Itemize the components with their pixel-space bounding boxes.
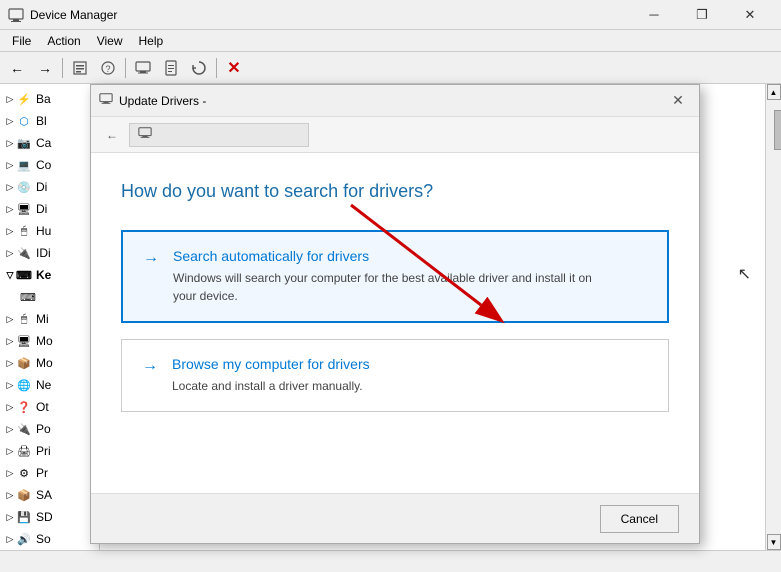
toolbar-monitor[interactable] <box>130 55 156 81</box>
tree-item-motion[interactable]: ▷ 📦 Mo <box>0 352 99 374</box>
tree-item-computer[interactable]: ▷ 💻 Co <box>0 154 99 176</box>
expand-icon: ▷ <box>4 379 16 391</box>
expand-icon: ▷ <box>4 93 16 105</box>
toolbar: ← → ? <box>0 52 781 84</box>
search-automatically-option[interactable]: → Search automatically for drivers Windo… <box>121 230 669 323</box>
window-controls: ─ ❐ ✕ <box>631 0 773 30</box>
option2-arrow: → <box>142 357 158 375</box>
tree-item-network[interactable]: ▷ 🌐 Ne <box>0 374 99 396</box>
menu-bar: File Action View Help <box>0 30 781 52</box>
expand-icon: ▷ <box>4 159 16 171</box>
tree-item-keyboard-sub[interactable]: ⌨ <box>0 286 99 308</box>
scroll-down-button[interactable]: ▼ <box>767 534 781 550</box>
expand-icon: ▷ <box>4 357 16 369</box>
breadcrumb-back-button[interactable]: ← <box>101 124 123 146</box>
dialog-title: Update Drivers - <box>119 94 665 108</box>
expand-icon: ▷ <box>4 445 16 457</box>
device-tree: ▷ ⚡ Ba ▷ ⬡ Bl ▷ 📷 Ca ▷ 💻 Co ▷ 💿 Di ▷ 🖥 D… <box>0 84 100 550</box>
status-bar <box>0 550 781 572</box>
expand-icon: ▷ <box>4 511 16 523</box>
update-drivers-dialog: Update Drivers - ✕ ← How do you want to … <box>90 84 700 544</box>
toolbar-sep-2 <box>125 58 126 78</box>
expand-icon: ▷ <box>4 115 16 127</box>
menu-view[interactable]: View <box>89 32 131 50</box>
toolbar-help[interactable]: ? <box>95 55 121 81</box>
toolbar-sep-1 <box>62 58 63 78</box>
dialog-content: How do you want to search for drivers? →… <box>91 153 699 448</box>
expand-icon: ▷ <box>4 533 16 545</box>
dialog-question: How do you want to search for drivers? <box>121 181 669 202</box>
option1-content: Search automatically for drivers Windows… <box>173 248 592 305</box>
expand-icon: ▷ <box>4 203 16 215</box>
expand-icon: ▷ <box>4 423 16 435</box>
option2-title: Browse my computer for drivers <box>172 356 370 372</box>
tree-item-other[interactable]: ▷ ❓ Ot <box>0 396 99 418</box>
option1-arrow: → <box>143 249 159 267</box>
dialog-close-button[interactable]: ✕ <box>665 88 691 114</box>
dialog-breadcrumb-bar: ← <box>91 117 699 153</box>
tree-item-processors[interactable]: ▷ ⚙ Pr <box>0 462 99 484</box>
tree-item-ports[interactable]: ▷ 🔌 Po <box>0 418 99 440</box>
toolbar-back[interactable]: ← <box>4 55 30 81</box>
expand-icon: ▷ <box>4 247 16 259</box>
option1-title: Search automatically for drivers <box>173 248 592 264</box>
tree-item-print[interactable]: ▷ 🖨 Pri <box>0 440 99 462</box>
scroll-thumb[interactable] <box>774 110 781 150</box>
minimize-button[interactable]: ─ <box>631 0 677 30</box>
menu-action[interactable]: Action <box>39 32 88 50</box>
menu-help[interactable]: Help <box>131 32 172 50</box>
expand-icon: ▷ <box>4 181 16 193</box>
tree-item-batteries[interactable]: ▷ ⚡ Ba <box>0 88 99 110</box>
dialog-monitor-icon <box>99 92 113 109</box>
breadcrumb-monitor-icon <box>138 126 152 143</box>
toolbar-forward[interactable]: → <box>32 55 58 81</box>
scroll-up-button[interactable]: ▲ <box>767 84 781 100</box>
option1-description: Windows will search your computer for th… <box>173 269 592 305</box>
expand-icon: ▷ <box>4 401 16 413</box>
option2-content: Browse my computer for drivers Locate an… <box>172 356 370 395</box>
title-bar: Device Manager ─ ❐ ✕ <box>0 0 781 30</box>
scrollbar-vertical[interactable]: ▲ ▼ <box>765 84 781 550</box>
tree-item-bluetooth[interactable]: ▷ ⬡ Bl <box>0 110 99 132</box>
browse-computer-option[interactable]: → Browse my computer for drivers Locate … <box>121 339 669 412</box>
tree-item-monitors[interactable]: ▷ 🖥 Mo <box>0 330 99 352</box>
dialog-title-bar: Update Drivers - ✕ <box>91 85 699 117</box>
expand-icon: ▷ <box>4 489 16 501</box>
expand-icon: ▽ <box>4 269 16 281</box>
tree-item-hid[interactable]: ▷ 🖱 Hu <box>0 220 99 242</box>
tree-item-cameras[interactable]: ▷ 📷 Ca <box>0 132 99 154</box>
tree-item-disk1[interactable]: ▷ 💿 Di <box>0 176 99 198</box>
tree-item-ide[interactable]: ▷ 🔌 IDi <box>0 242 99 264</box>
dialog-footer: Cancel <box>91 493 699 543</box>
tree-item-keyboard[interactable]: ▽ ⌨ Ke <box>0 264 99 286</box>
tree-item-mice[interactable]: ▷ 🖱 Mi <box>0 308 99 330</box>
svg-text:?: ? <box>105 64 110 74</box>
menu-file[interactable]: File <box>4 32 39 50</box>
expand-icon: ▷ <box>4 225 16 237</box>
toolbar-page[interactable] <box>158 55 184 81</box>
breadcrumb-path <box>129 123 309 147</box>
toolbar-remove[interactable]: ✕ <box>221 55 247 81</box>
tree-item-sound[interactable]: ▷ 🔊 So <box>0 528 99 550</box>
window-title: Device Manager <box>30 8 631 22</box>
toolbar-update[interactable] <box>186 55 212 81</box>
expand-icon: ▷ <box>4 137 16 149</box>
expand-icon: ▷ <box>4 335 16 347</box>
toolbar-properties[interactable] <box>67 55 93 81</box>
close-button[interactable]: ✕ <box>727 0 773 30</box>
restore-button[interactable]: ❐ <box>679 0 725 30</box>
expand-icon: ▷ <box>4 467 16 479</box>
tree-item-sa[interactable]: ▷ 📦 SA <box>0 484 99 506</box>
expand-icon: ▷ <box>4 313 16 325</box>
cancel-button[interactable]: Cancel <box>600 505 679 533</box>
toolbar-sep-3 <box>216 58 217 78</box>
option2-description: Locate and install a driver manually. <box>172 377 370 395</box>
app-icon <box>8 7 24 23</box>
tree-item-sd[interactable]: ▷ 💾 SD <box>0 506 99 528</box>
tree-item-disk2[interactable]: ▷ 🖥 Di <box>0 198 99 220</box>
main-area: ▷ ⚡ Ba ▷ ⬡ Bl ▷ 📷 Ca ▷ 💻 Co ▷ 💿 Di ▷ 🖥 D… <box>0 84 781 550</box>
